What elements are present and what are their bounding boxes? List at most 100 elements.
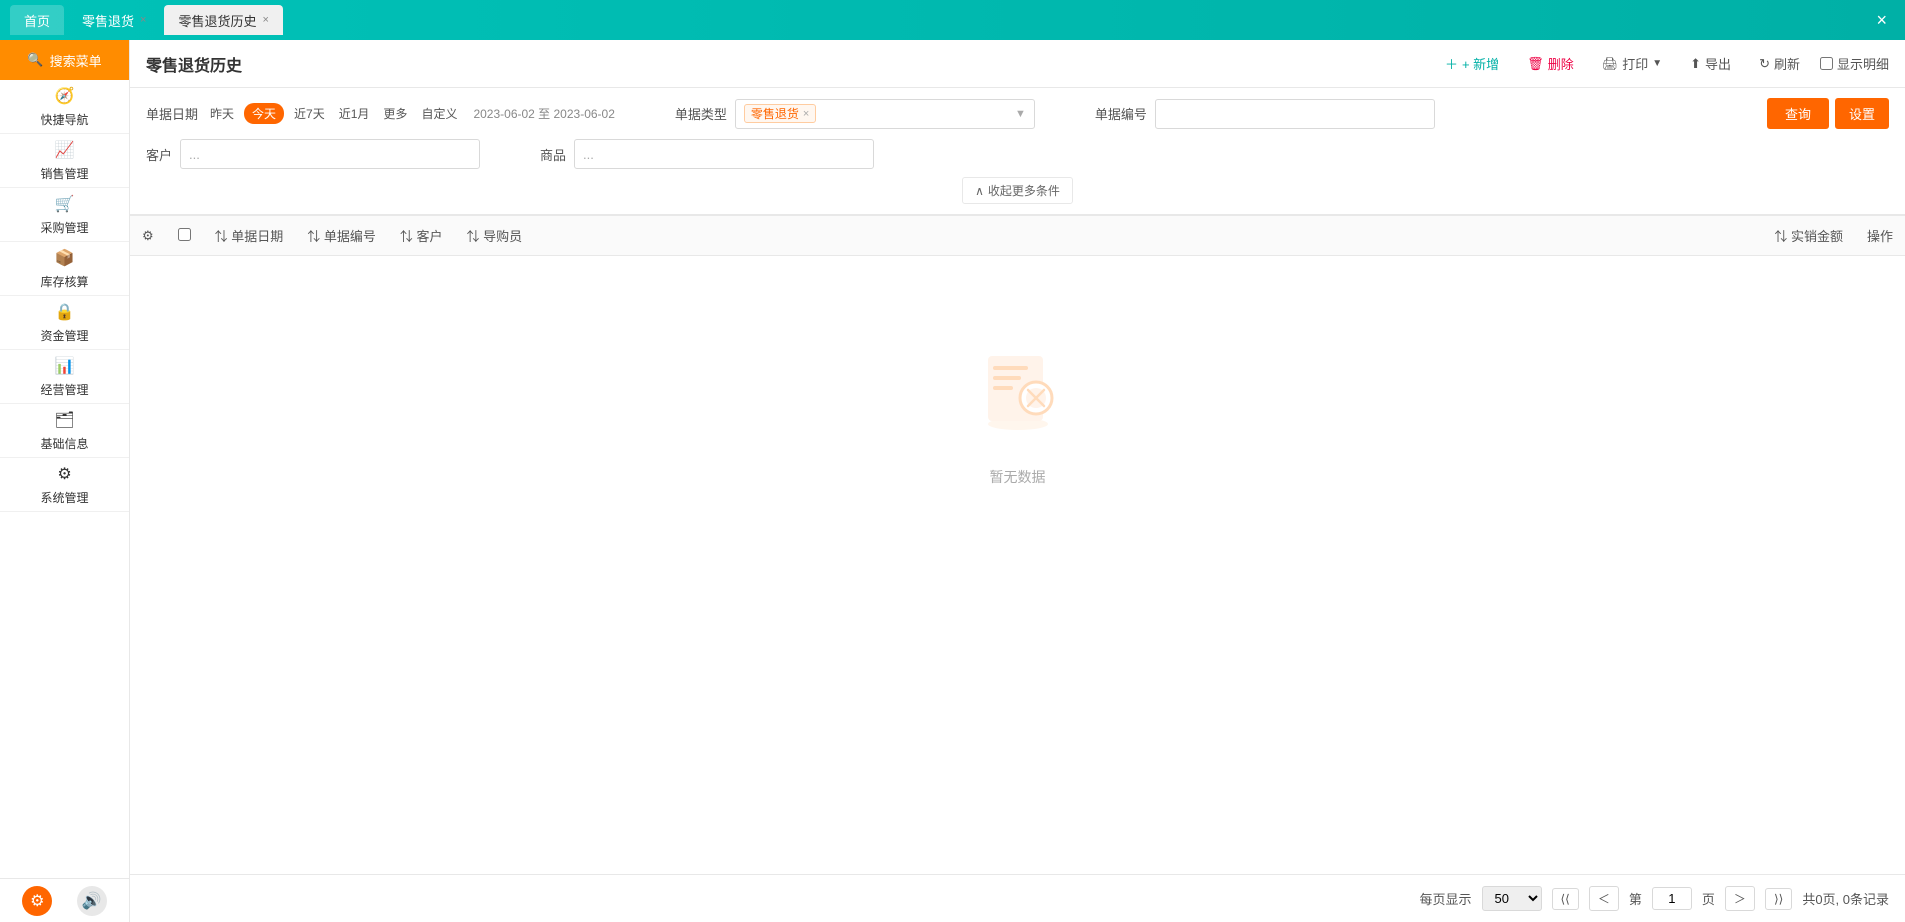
- tab-retail-return-history[interactable]: 零售退货历史 ×: [164, 5, 282, 35]
- sidebar-audio-button[interactable]: 🔊: [77, 886, 107, 916]
- sidebar-item-sales-label: 销售管理: [40, 165, 88, 182]
- date-opt-today[interactable]: 今天: [244, 103, 284, 124]
- customer-filter-label: 客户: [146, 145, 172, 164]
- customer-placeholder: ...: [189, 147, 200, 162]
- prev-page-button[interactable]: ＜: [1589, 886, 1619, 911]
- print-arrow-icon: ▼: [1652, 58, 1662, 69]
- th-amount[interactable]: ⇅ 实销金额: [1762, 216, 1855, 256]
- export-icon: ⬆: [1690, 56, 1701, 72]
- tab-list: 首页 零售退货 × 零售退货历史 ×: [10, 5, 1868, 35]
- tab-home[interactable]: 首页: [10, 5, 64, 35]
- goods-filter-label: 商品: [540, 145, 566, 164]
- refresh-label: 刷新: [1774, 54, 1800, 73]
- date-opt-custom[interactable]: 自定义: [417, 103, 461, 124]
- sidebar-search-button[interactable]: 🔍 搜索菜单: [0, 40, 129, 80]
- page-header: 零售退货历史 ＋ + 新增 🗑 删除 🖨 打印 ▼ ⬆ 导出: [130, 40, 1905, 88]
- sidebar-item-sales-mgmt[interactable]: 📈 销售管理: [0, 134, 129, 188]
- sidebar-search-label: 搜索菜单: [50, 51, 102, 70]
- type-filter-container[interactable]: 零售退货 × ▼: [735, 99, 1035, 129]
- query-button[interactable]: 查询: [1767, 98, 1829, 129]
- th-settings[interactable]: ⚙: [130, 216, 166, 256]
- last-page-button[interactable]: ⟩⟩: [1765, 888, 1792, 910]
- tab-retail-return-close[interactable]: ×: [140, 14, 146, 26]
- goods-filter-container[interactable]: ...: [574, 139, 874, 169]
- toolbar: ＋ + 新增 🗑 删除 🖨 打印 ▼ ⬆ 导出 ↻: [1437, 50, 1889, 77]
- collapse-filter-button[interactable]: ∧ 收起更多条件: [962, 177, 1073, 204]
- window-close-button[interactable]: ×: [1868, 10, 1895, 31]
- settings-icon: ⚙: [142, 228, 154, 243]
- number-filter-input[interactable]: [1155, 99, 1435, 129]
- next-page-button[interactable]: ＞: [1725, 886, 1755, 911]
- date-opt-last7[interactable]: 近7天: [290, 103, 329, 124]
- show-detail-checkbox[interactable]: 显示明细: [1820, 54, 1889, 73]
- empty-text: 暂无数据: [990, 467, 1046, 487]
- number-filter-label: 单据编号: [1095, 104, 1147, 123]
- data-table: ⚙ ⇅ 单据日期 ⇅ 单据编号 ⇅ 客户: [130, 215, 1905, 256]
- date-opt-last1m[interactable]: 近1月: [335, 103, 374, 124]
- select-all-checkbox[interactable]: [178, 228, 191, 241]
- empty-state: 暂无数据: [130, 256, 1905, 567]
- customer-filter-container[interactable]: ...: [180, 139, 480, 169]
- th-date-label: ⇅ 单据日期: [215, 229, 284, 244]
- sidebar-item-basic-info[interactable]: 🗂 基础信息: [0, 404, 129, 458]
- basic-info-icon: 🗂: [54, 409, 76, 431]
- filter-row-1: 单据日期 昨天 今天 近7天 近1月 更多 自定义 2023-06-02 至 2…: [146, 98, 1889, 129]
- show-detail-input[interactable]: [1820, 57, 1833, 70]
- page-title: 零售退货历史: [146, 52, 242, 76]
- type-tag-close[interactable]: ×: [803, 108, 809, 120]
- date-opt-yesterday[interactable]: 昨天: [206, 103, 238, 124]
- total-info: 共0页, 0条记录: [1802, 889, 1889, 908]
- sidebar-settings-button[interactable]: ⚙: [22, 886, 52, 916]
- sidebar-item-system[interactable]: ⚙ 系统管理: [0, 458, 129, 512]
- date-opt-more[interactable]: 更多: [379, 103, 411, 124]
- sidebar-item-quick-nav[interactable]: 🧭 快捷导航: [0, 80, 129, 134]
- purchase-mgmt-icon: 🛒: [54, 193, 76, 215]
- sidebar-item-inventory[interactable]: 📦 库存核算: [0, 242, 129, 296]
- date-filter: 单据日期 昨天 今天 近7天 近1月 更多 自定义 2023-06-02 至 2…: [146, 103, 615, 124]
- new-button[interactable]: ＋ + 新增: [1437, 50, 1507, 77]
- sidebar-item-basic-label: 基础信息: [40, 435, 88, 452]
- sidebar-audio-icon: 🔊: [82, 891, 102, 911]
- print-icon: 🖨: [1602, 56, 1619, 72]
- first-page-button[interactable]: ⟨⟨: [1552, 888, 1579, 910]
- sidebar-item-purchase-mgmt[interactable]: 🛒 采购管理: [0, 188, 129, 242]
- print-button[interactable]: 🖨 打印 ▼: [1594, 50, 1670, 77]
- th-action-label: 操作: [1867, 229, 1893, 244]
- delete-button[interactable]: 🗑 删除: [1519, 50, 1582, 77]
- date-options: 昨天 今天 近7天 近1月 更多 自定义: [206, 103, 461, 124]
- sidebar-gear-icon: ⚙: [30, 891, 44, 911]
- setting-button[interactable]: 设置: [1835, 98, 1889, 129]
- th-spacer: [534, 216, 1762, 256]
- sidebar-item-finance-label: 资金管理: [40, 327, 88, 344]
- th-number[interactable]: ⇅ 单据编号: [295, 216, 388, 256]
- sidebar-bottom: ⚙ 🔊: [0, 878, 129, 922]
- refresh-icon: ↻: [1759, 56, 1770, 72]
- filter-row-2: 客户 ... 商品 ...: [146, 139, 1889, 169]
- sidebar: 🔍 搜索菜单 🧭 快捷导航 📈 销售管理 🛒 采购管理 📦 库存核算 🔒 资金管…: [0, 40, 130, 922]
- th-guide[interactable]: ⇅ 导购员: [455, 216, 535, 256]
- th-date[interactable]: ⇅ 单据日期: [203, 216, 296, 256]
- page-number-input[interactable]: 1: [1652, 887, 1692, 910]
- th-number-label: ⇅ 单据编号: [307, 229, 376, 244]
- th-checkbox[interactable]: [166, 216, 203, 256]
- date-range-display: 2023-06-02 至 2023-06-02: [473, 105, 614, 122]
- export-button[interactable]: ⬆ 导出: [1682, 50, 1739, 77]
- pagination-bar: 每页显示 50 100 200 ⟨⟨ ＜ 第 1 页 ＞ ⟩⟩ 共0页, 0条记…: [130, 874, 1905, 922]
- sidebar-item-operations[interactable]: 📊 经营管理: [0, 350, 129, 404]
- page-size-select[interactable]: 50 100 200: [1482, 886, 1542, 911]
- sidebar-item-finance[interactable]: 🔒 资金管理: [0, 296, 129, 350]
- th-amount-label: ⇅ 实销金额: [1774, 229, 1843, 244]
- refresh-button[interactable]: ↻ 刷新: [1751, 50, 1808, 77]
- page-unit: 页: [1702, 889, 1715, 908]
- th-customer[interactable]: ⇅ 客户: [388, 216, 455, 256]
- main-layout: 🔍 搜索菜单 🧭 快捷导航 📈 销售管理 🛒 采购管理 📦 库存核算 🔒 资金管…: [0, 40, 1905, 922]
- customer-filter: 客户 ...: [146, 139, 480, 169]
- filter-area: 单据日期 昨天 今天 近7天 近1月 更多 自定义 2023-06-02 至 2…: [130, 88, 1905, 215]
- tab-retail-return-history-close[interactable]: ×: [262, 14, 268, 26]
- collapse-up-icon: ∧: [975, 184, 984, 198]
- search-icon: 🔍: [27, 52, 43, 68]
- sidebar-item-system-label: 系统管理: [40, 489, 88, 506]
- collapse-label: 收起更多条件: [988, 182, 1060, 199]
- type-filter-label: 单据类型: [675, 104, 727, 123]
- tab-retail-return[interactable]: 零售退货 ×: [68, 5, 160, 35]
